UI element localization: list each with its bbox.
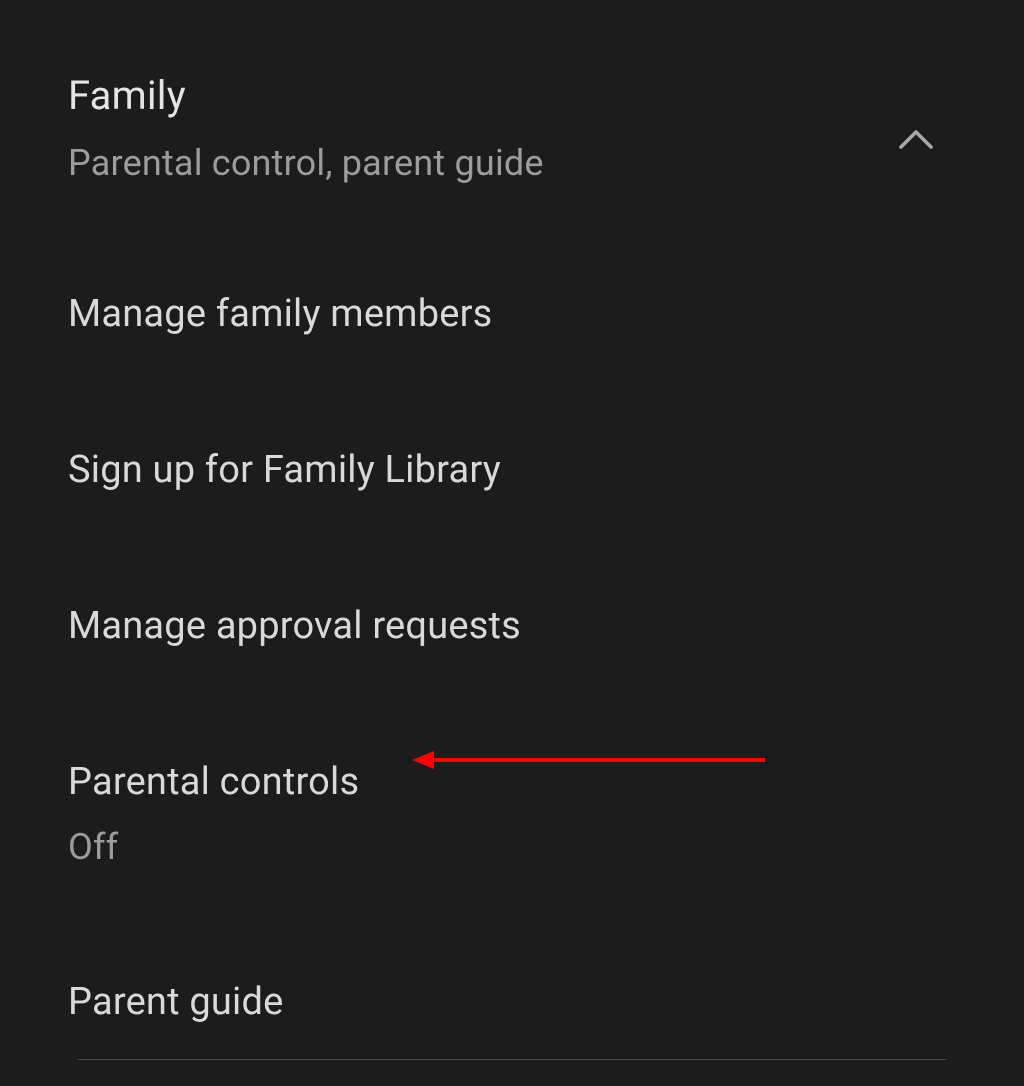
collapse-toggle[interactable] [886, 112, 946, 172]
item-title: Parent guide [68, 980, 956, 1024]
item-title: Parental controls [68, 760, 956, 804]
item-title: Manage family members [68, 292, 956, 336]
manage-family-members-item[interactable]: Manage family members [68, 214, 956, 392]
settings-panel: Family Parental control, parent guide Ma… [12, 12, 1012, 1074]
settings-list: Manage family members Sign up for Family… [12, 214, 1012, 1080]
item-title: Sign up for Family Library [68, 448, 956, 492]
chevron-up-icon [893, 117, 939, 167]
section-subtitle: Parental control, parent guide [68, 142, 886, 184]
sign-up-family-library-item[interactable]: Sign up for Family Library [68, 392, 956, 548]
section-title: Family [68, 72, 886, 120]
item-subtitle: Off [68, 826, 956, 868]
item-title: Manage approval requests [68, 604, 956, 648]
parent-guide-item[interactable]: Parent guide [68, 924, 956, 1080]
manage-approval-requests-item[interactable]: Manage approval requests [68, 548, 956, 704]
family-section-header[interactable]: Family Parental control, parent guide [12, 12, 1012, 214]
parental-controls-item[interactable]: Parental controls Off [68, 704, 956, 924]
section-header-text: Family Parental control, parent guide [68, 72, 886, 184]
section-divider [78, 1059, 946, 1060]
